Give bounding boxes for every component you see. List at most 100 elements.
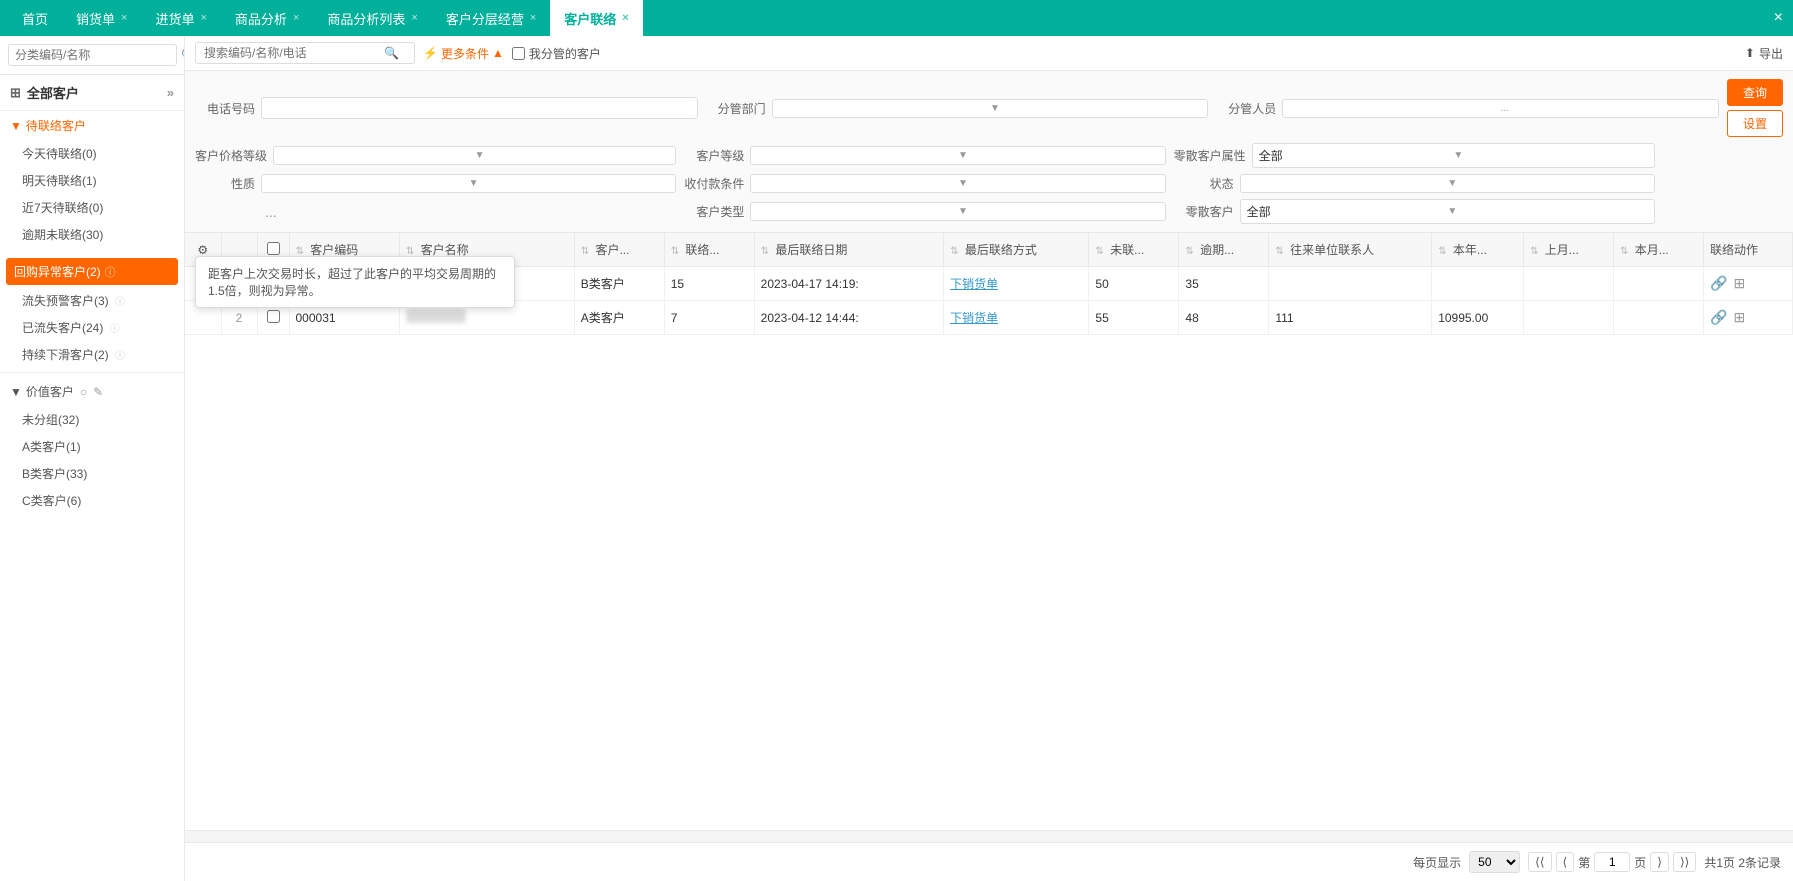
col-unit-contact[interactable]: ⇅ 往来单位联系人 xyxy=(1269,233,1432,267)
close-product-analysis-icon[interactable]: × xyxy=(293,12,299,24)
nav-product-analysis-list[interactable]: 商品分析列表 × xyxy=(313,0,431,36)
nav-purchase-order[interactable]: 进货单 × xyxy=(141,0,220,36)
filter-phone: 电话号码 xyxy=(195,97,698,119)
sidebar-item-declining[interactable]: 持续下滑客户(2) ⓘ xyxy=(0,341,184,368)
tooltip-repurchase: 距客户上次交易时长，超过了此客户的平均交易周期的1.5倍，则视为异常。 xyxy=(195,256,515,308)
action-buttons: 查询 设置 xyxy=(1727,79,1783,137)
sidebar-value-group[interactable]: ▼ 价值客户 ○ ✎ xyxy=(0,377,184,406)
filter-payment: 收付款条件 ▼ xyxy=(684,174,1165,193)
setting-button[interactable]: 设置 xyxy=(1727,110,1783,137)
col-last-contact-date[interactable]: ⇅ 最后联络日期 xyxy=(754,233,943,267)
nav-sales-order[interactable]: 销货单 × xyxy=(62,0,141,36)
retail-attr-label: 零散客户属性 xyxy=(1174,147,1246,164)
nav-home[interactable]: 首页 xyxy=(8,0,62,36)
gender-select[interactable]: ▼ xyxy=(261,174,676,193)
close-customer-contact-icon[interactable]: × xyxy=(622,12,628,24)
sidebar-item-7day-pending[interactable]: 近7天待联络(0) xyxy=(0,194,184,221)
per-page-select[interactable]: 50 20 100 200 xyxy=(1469,851,1520,873)
row1-link-icon[interactable]: 🔗 xyxy=(1710,275,1727,292)
next-page-button[interactable]: ⟩ xyxy=(1650,852,1669,872)
row2-this-year: 10995.00 xyxy=(1432,301,1524,335)
status-select[interactable]: ▼ xyxy=(1240,174,1655,193)
col-overdue[interactable]: ⇅ 逾期... xyxy=(1179,233,1269,267)
filter-search-icon[interactable]: 🔍 xyxy=(384,46,399,60)
row2-grid-icon[interactable]: ⊞ xyxy=(1733,309,1745,326)
row2-link-icon[interactable]: 🔗 xyxy=(1710,309,1727,326)
col-customer-type[interactable]: ⇅ 客户... xyxy=(574,233,664,267)
my-customer-checkbox[interactable] xyxy=(512,47,525,60)
price-level-label: 客户价格等级 xyxy=(195,147,267,164)
close-purchase-order-icon[interactable]: × xyxy=(200,12,206,24)
col-last-month[interactable]: ⇅ 上月... xyxy=(1524,233,1614,267)
customer-type-select[interactable]: ▼ xyxy=(750,202,1165,221)
sidebar-item-class-b[interactable]: B类客户(33) xyxy=(0,460,184,487)
sidebar-item-ungrouped[interactable]: 未分组(32) xyxy=(0,406,184,433)
sidebar-item-class-c[interactable]: C类客户(6) xyxy=(0,487,184,514)
sidebar-item-today-pending[interactable]: 今天待联络(0) xyxy=(0,140,184,167)
close-sales-order-icon[interactable]: × xyxy=(121,12,127,24)
edit-icon[interactable]: ○ xyxy=(80,385,87,399)
filter-icon: ⚡ xyxy=(423,46,438,60)
payment-select[interactable]: ▼ xyxy=(750,174,1165,193)
filter-search-input[interactable] xyxy=(204,46,384,60)
prev-page-button[interactable]: ⟨ xyxy=(1556,852,1575,872)
dept-select[interactable]: ▼ xyxy=(772,99,1209,118)
filter-more-dots: ... xyxy=(195,204,676,220)
col-actions: 联络动作 xyxy=(1704,233,1793,267)
sidebar-item-churn-warning[interactable]: 流失预警客户(3) ⓘ xyxy=(0,287,184,314)
more-dots-button[interactable]: ... xyxy=(265,204,277,220)
close-product-analysis-list-icon[interactable]: × xyxy=(411,12,417,24)
current-page-input[interactable] xyxy=(1594,852,1630,872)
filter-row-4: ... 客户类型 ▼ 零散客户 全部 ▼ xyxy=(195,199,1783,224)
col-this-year[interactable]: ⇅ 本年... xyxy=(1432,233,1524,267)
sidebar-collapse-icon[interactable]: » xyxy=(167,85,174,100)
sidebar-item-tomorrow-pending[interactable]: 明天待联络(1) xyxy=(0,167,184,194)
row1-grid-icon[interactable]: ⊞ xyxy=(1733,275,1745,292)
retail-attr-select[interactable]: 全部 ▼ xyxy=(1252,143,1655,168)
filter-more-conditions[interactable]: ⚡ 更多条件 ▲ xyxy=(423,45,504,62)
phone-input[interactable] xyxy=(261,97,698,119)
sort-arrows6: ⇅ xyxy=(950,246,958,257)
info-icon4: ⓘ xyxy=(115,351,125,362)
sidebar: 🔍 ⊞ 全部客户 » ▼ 待联络客户 今天待联络(0) 明天待联络(1) 近7天… xyxy=(0,36,185,881)
filter-row-3: 性质 ▼ 收付款条件 ▼ 状态 xyxy=(195,174,1783,193)
row2-contact-method-link[interactable]: 下销货单 xyxy=(950,311,998,325)
nav-customer-segment[interactable]: 客户分层经营 × xyxy=(432,0,550,36)
row1-contact-method-link[interactable]: 下销货单 xyxy=(950,277,998,291)
sidebar-item-class-a[interactable]: A类客户(1) xyxy=(0,433,184,460)
col-contact-count[interactable]: ⇅ 联络... xyxy=(664,233,754,267)
row2-select[interactable] xyxy=(267,310,280,323)
sidebar-all-customers-header[interactable]: ⊞ 全部客户 » xyxy=(0,75,184,111)
col-last-contact-method[interactable]: ⇅ 最后联络方式 xyxy=(944,233,1089,267)
col-this-month[interactable]: ⇅ 本月... xyxy=(1614,233,1704,267)
grid-icon: ⊞ xyxy=(10,85,21,101)
sidebar-item-repurchase-abnormal[interactable]: 回购异常客户(2) ⓘ xyxy=(6,258,178,285)
customer-level-select[interactable]: ▼ xyxy=(750,146,1165,165)
sidebar-group-pending-contact[interactable]: ▼ 待联络客户 xyxy=(0,111,184,140)
filter-search-wrapper: 🔍 xyxy=(195,42,415,64)
query-button[interactable]: 查询 xyxy=(1727,79,1783,106)
settings-icon[interactable]: ✎ xyxy=(93,385,103,399)
total-records-label: 共1页 2条记录 xyxy=(1704,854,1781,871)
first-page-button[interactable]: ⟨⟨ xyxy=(1528,852,1551,872)
filter-row-1: 电话号码 分管部门 ▼ 分管人员 ... xyxy=(195,79,1783,137)
last-page-button[interactable]: ⟩⟩ xyxy=(1673,852,1696,872)
sidebar-search-input[interactable] xyxy=(8,44,177,66)
retail-customer-select[interactable]: 全部 ▼ xyxy=(1240,199,1655,224)
manager-select[interactable]: ... xyxy=(1282,99,1719,118)
row1-overdue: 35 xyxy=(1179,267,1269,301)
gender-arrow-icon: ▼ xyxy=(469,178,670,189)
price-level-arrow-icon: ▼ xyxy=(475,150,670,161)
nav-product-analysis[interactable]: 商品分析 × xyxy=(221,0,313,36)
nav-customer-contact[interactable]: 客户联络 × xyxy=(550,0,642,36)
col-uncontact-days[interactable]: ⇅ 未联... xyxy=(1089,233,1179,267)
sidebar-item-overdue-contact[interactable]: 逾期未联络(30) xyxy=(0,221,184,248)
price-level-select[interactable]: ▼ xyxy=(273,146,676,165)
select-all-checkbox[interactable] xyxy=(267,242,280,255)
close-customer-segment-icon[interactable]: × xyxy=(530,12,536,24)
manager-arrow-icon: ... xyxy=(1501,103,1712,114)
close-all-tabs-button[interactable]: × xyxy=(1774,9,1783,27)
export-button[interactable]: ⬆ 导出 xyxy=(1745,45,1783,62)
horizontal-scrollbar[interactable] xyxy=(185,830,1793,842)
sidebar-item-churned[interactable]: 已流失客户(24) ⓘ xyxy=(0,314,184,341)
